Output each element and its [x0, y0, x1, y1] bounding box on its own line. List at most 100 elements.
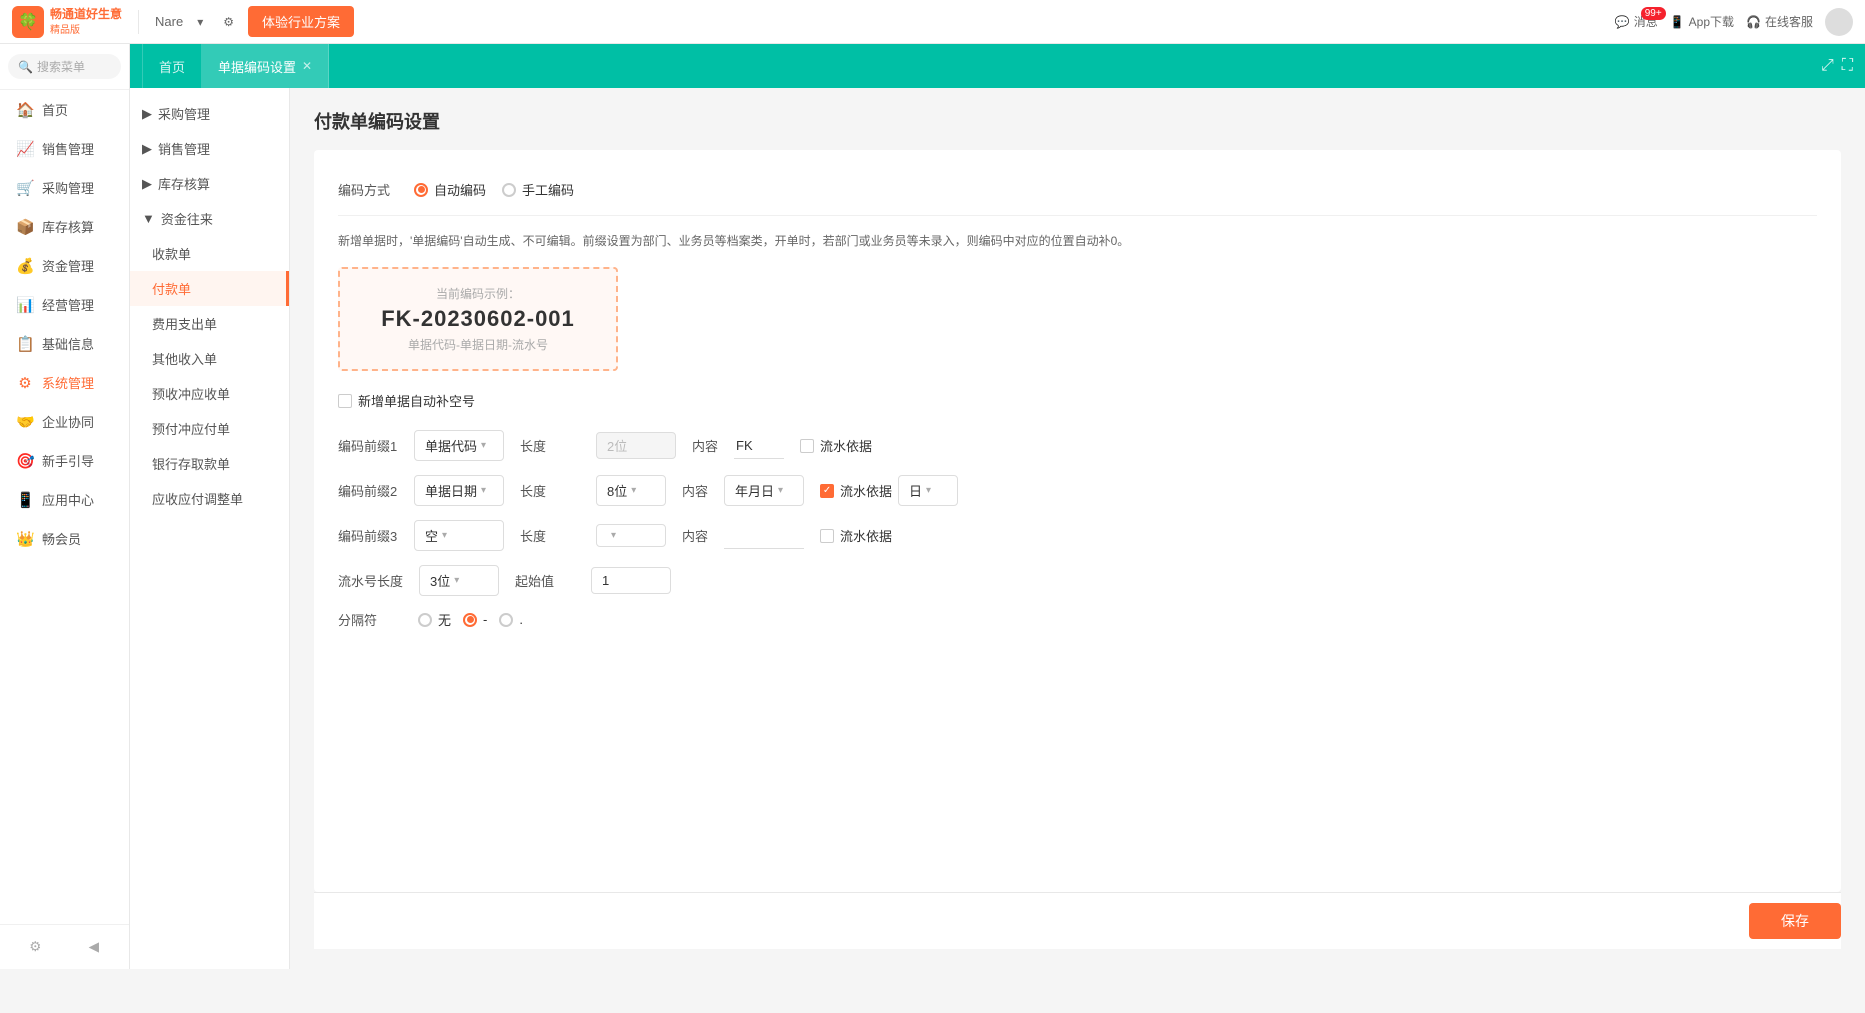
- content-3-input[interactable]: [724, 523, 804, 549]
- top-bar-divider: [138, 10, 139, 34]
- tab-expand-btn[interactable]: ⤢: [1821, 57, 1834, 75]
- sales-icon: 📈: [16, 140, 34, 158]
- sub-nav-group-sales: ▶ 销售管理: [130, 131, 289, 166]
- separator-none-circle: [418, 613, 432, 627]
- sub-nav-item-prepay-pay[interactable]: 预付冲应付单: [130, 411, 289, 446]
- sub-nav-item-bank-deposit[interactable]: 银行存取款单: [130, 446, 289, 481]
- auto-fill-checkbox[interactable]: [338, 394, 352, 408]
- length-2-select[interactable]: 8位 ▾: [596, 475, 666, 506]
- search-menu-btn[interactable]: 🔍 搜索菜单: [8, 54, 121, 79]
- sidebar-collapse-btn[interactable]: ◀: [67, 933, 122, 961]
- sub-nav-item-payment[interactable]: 付款单: [130, 271, 289, 306]
- sidebar-nav: 🏠 首页 📈 销售管理 🛒 采购管理 📦 库存核算 💰 资金管理 📊 经: [0, 90, 129, 924]
- sidebar-item-purchase-label: 采购管理: [42, 178, 94, 197]
- chevron-right-icon-sales: ▶: [142, 141, 152, 157]
- separator-dash-radio[interactable]: -: [463, 612, 487, 627]
- tab-serial-settings[interactable]: 单据编码设置 ✕: [202, 44, 329, 88]
- watermark-2-checkbox[interactable]: ✓: [820, 484, 834, 498]
- sub-nav-capital-header[interactable]: ▼ 资金往来: [130, 201, 289, 236]
- app-download-label: App下载: [1689, 13, 1734, 30]
- manual-encode-radio[interactable]: 手工编码: [502, 180, 574, 199]
- app-logo: 🍀 畅通道好生意 精品版: [12, 6, 122, 38]
- message-btn[interactable]: 💬 消息 99+: [1615, 13, 1658, 30]
- sidebar-item-sales[interactable]: 📈 销售管理: [0, 129, 129, 168]
- tab-home[interactable]: 首页: [142, 44, 202, 88]
- sub-nav-item-expense[interactable]: 费用支出单: [130, 306, 289, 341]
- prefix-3-select[interactable]: 空 ▾: [414, 520, 504, 551]
- start-value-input[interactable]: [591, 567, 671, 594]
- watermark-2-unit-select[interactable]: 日 ▾: [898, 475, 958, 506]
- logo-icon: 🍀: [12, 6, 44, 38]
- main-layout: 🔍 搜索菜单 🏠 首页 📈 销售管理 🛒 采购管理 📦 库存核算 💰: [0, 44, 1865, 969]
- dropdown-btn[interactable]: ▾: [191, 11, 209, 33]
- settings-icon-btn[interactable]: ⚙: [217, 11, 240, 33]
- length-2-arrow: ▾: [631, 485, 636, 496]
- sidebar-item-home[interactable]: 🏠 首页: [0, 90, 129, 129]
- sub-nav-item-other-income[interactable]: 其他收入单: [130, 341, 289, 376]
- separator-none-radio[interactable]: 无: [418, 610, 451, 629]
- manual-encode-radio-circle: [502, 183, 516, 197]
- chevron-right-icon-inventory: ▶: [142, 176, 152, 192]
- sub-nav: ▶ 采购管理 ▶ 销售管理 ▶ 库存核算: [130, 88, 290, 969]
- length-3-select[interactable]: ▾: [596, 524, 666, 547]
- sub-nav-item-prepay-receive[interactable]: 预收冲应收单: [130, 376, 289, 411]
- sidebar-item-newguide[interactable]: 🎯 新手引导: [0, 441, 129, 480]
- sub-nav-inventory-header[interactable]: ▶ 库存核算: [130, 166, 289, 201]
- watermark-3-group: 流水依据: [820, 526, 892, 545]
- prefix-3-arrow: ▾: [442, 530, 447, 541]
- sidebar-settings-btn[interactable]: ⚙: [8, 933, 63, 961]
- content-1-input[interactable]: [734, 433, 784, 459]
- watermark-3-checkbox[interactable]: [820, 529, 834, 543]
- watermark-1-checkbox[interactable]: [800, 439, 814, 453]
- sidebar-item-purchase[interactable]: 🛒 采购管理: [0, 168, 129, 207]
- sidebar-item-enterprise[interactable]: 🤝 企业协同: [0, 402, 129, 441]
- manual-encode-label: 手工编码: [522, 180, 574, 199]
- tab-serial-settings-label: 单据编码设置: [218, 57, 296, 76]
- watermark-1-label: 流水依据: [820, 436, 872, 455]
- prefix-1-select[interactable]: 单据代码 ▾: [414, 430, 504, 461]
- top-bar-right: 💬 消息 99+ 📱 App下载 🎧 在线客服: [1615, 8, 1853, 36]
- app-download-btn[interactable]: 📱 App下载: [1670, 13, 1734, 30]
- prefix-row-2: 编码前缀2 单据日期 ▾ 长度 8位 ▾ 内容 年月日: [338, 475, 1817, 506]
- sidebar-item-inventory[interactable]: 📦 库存核算: [0, 207, 129, 246]
- prefix-3-value: 空: [425, 526, 438, 545]
- sub-nav-purchase-header[interactable]: ▶ 采购管理: [130, 96, 289, 131]
- basic-icon: 📋: [16, 335, 34, 353]
- sidebar-item-home-label: 首页: [42, 100, 68, 119]
- top-bar-left: 🍀 畅通道好生意 精品版 Nare ▾ ⚙ 体验行业方案: [12, 6, 354, 38]
- settings-card: 编码方式 自动编码 手工编码: [314, 150, 1841, 892]
- tab-fullscreen-btn[interactable]: ⛶: [1842, 57, 1853, 75]
- sidebar-item-basic[interactable]: 📋 基础信息: [0, 324, 129, 363]
- length-1-label: 长度: [520, 436, 580, 455]
- sidebar-item-appcenter[interactable]: 📱 应用中心: [0, 480, 129, 519]
- sidebar-item-system[interactable]: ⚙ 系统管理: [0, 363, 129, 402]
- content-2-select[interactable]: 年月日 ▾: [724, 475, 804, 506]
- serial-length-value: 3位: [430, 571, 450, 590]
- sidebar-item-member-label: 畅会员: [42, 529, 81, 548]
- home-icon: 🏠: [16, 101, 34, 119]
- user-avatar[interactable]: [1825, 8, 1853, 36]
- sidebar-item-inventory-label: 库存核算: [42, 217, 94, 236]
- sidebar-item-member[interactable]: 👑 畅会员: [0, 519, 129, 558]
- sidebar-item-business[interactable]: 📊 经营管理: [0, 285, 129, 324]
- sub-nav-item-adjustment[interactable]: 应收应付调整单: [130, 481, 289, 516]
- save-button[interactable]: 保存: [1749, 903, 1841, 939]
- prefix-2-select[interactable]: 单据日期 ▾: [414, 475, 504, 506]
- separator-dot-radio[interactable]: .: [499, 612, 523, 627]
- length-3-arrow: ▾: [611, 530, 616, 541]
- sub-nav-sales-header[interactable]: ▶ 销售管理: [130, 131, 289, 166]
- tab-close-icon[interactable]: ✕: [302, 59, 312, 73]
- length-1-input: [596, 432, 676, 459]
- sidebar-item-finance[interactable]: 💰 资金管理: [0, 246, 129, 285]
- sub-nav-item-receipt[interactable]: 收款单: [130, 236, 289, 271]
- industry-btn[interactable]: 体验行业方案: [248, 6, 354, 37]
- online-service-label: 在线客服: [1765, 13, 1813, 30]
- message-icon: 💬: [1615, 15, 1630, 29]
- serial-length-select[interactable]: 3位 ▾: [419, 565, 499, 596]
- message-badge: 99+: [1641, 7, 1666, 20]
- online-service-btn[interactable]: 🎧 在线客服: [1746, 13, 1813, 30]
- auto-encode-radio[interactable]: 自动编码: [414, 180, 486, 199]
- watermark-3-label: 流水依据: [840, 526, 892, 545]
- prefix-row-3: 编码前缀3 空 ▾ 长度 ▾ 内容: [338, 520, 1817, 551]
- bottom-bar: 保存: [314, 892, 1841, 949]
